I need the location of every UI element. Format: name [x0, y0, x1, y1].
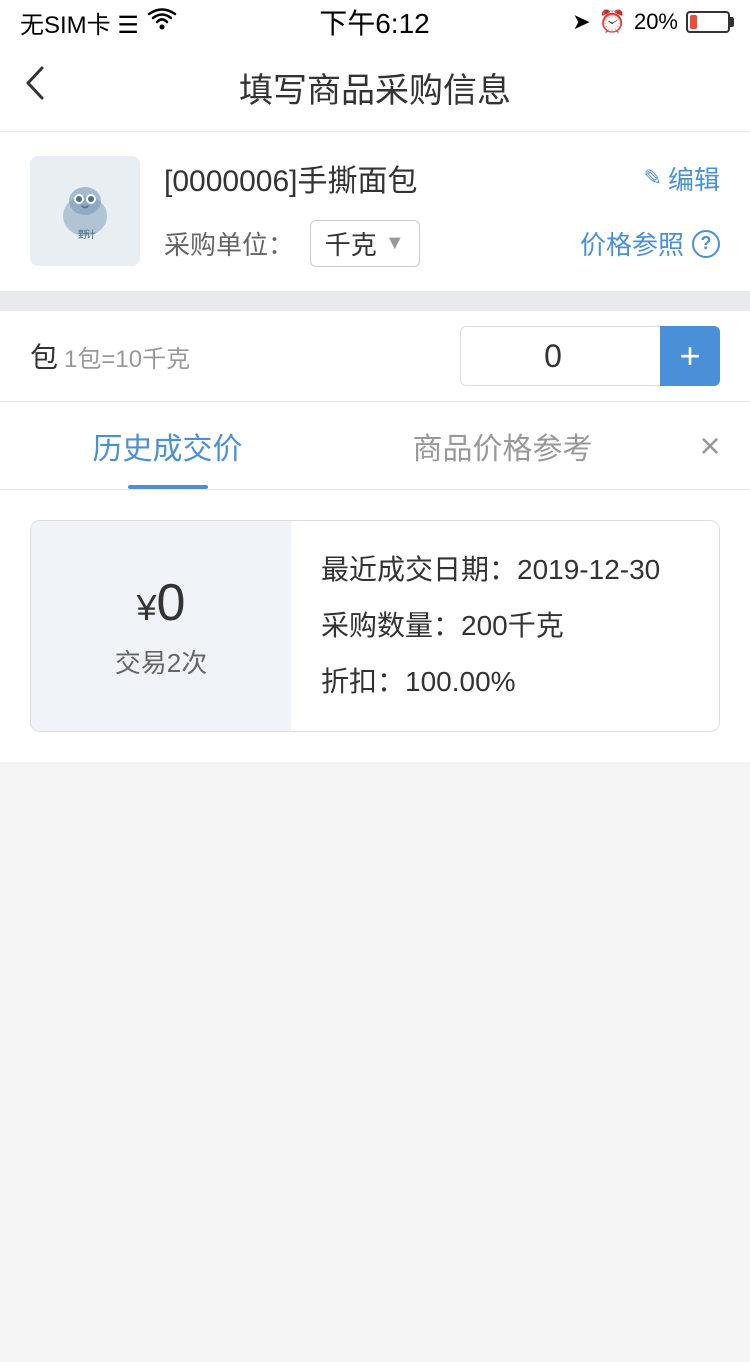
product-header-row: [0000006]手撕面包 ✎ 编辑: [164, 156, 720, 200]
history-price-section: ¥0 交易2次: [31, 521, 291, 731]
tab-active-indicator: [128, 485, 208, 489]
quantity-unit-label: 包 1包=10千克: [30, 336, 190, 376]
purchase-qty-row: 采购数量：200千克: [321, 605, 689, 647]
info-icon: ?: [692, 230, 720, 258]
location-icon: ➤: [572, 9, 590, 35]
purchase-qty-label: 采购数量：: [321, 610, 461, 641]
unit-select[interactable]: 千克 ▼: [310, 220, 420, 267]
status-bar: 无SIM卡 ☰ 下午6:12 ➤ ⏰ 20%: [0, 0, 750, 44]
history-content: ¥0 交易2次 最近成交日期：2019-12-30 采购数量：200千克 折扣：…: [0, 490, 750, 762]
history-card: ¥0 交易2次 最近成交日期：2019-12-30 采购数量：200千克 折扣：…: [30, 520, 720, 732]
quantity-row: 包 1包=10千克 +: [0, 311, 750, 401]
battery-icon: [686, 11, 730, 33]
section-divider: [0, 291, 750, 311]
product-id: [0000006]: [164, 165, 297, 198]
page-title: 填写商品采购信息: [239, 63, 511, 112]
quantity-unit-name: 包: [30, 336, 58, 376]
unit-label: 采购单位：: [164, 230, 294, 260]
back-button[interactable]: [24, 64, 46, 111]
network-label: 无SIM卡 ☰: [20, 5, 139, 40]
product-info: [0000006]手撕面包 ✎ 编辑 采购单位： 千克 ▼ 价格参照 ?: [164, 156, 720, 267]
blank-area: [0, 762, 750, 1362]
unit-row: 采购单位： 千克 ▼ 价格参照 ?: [164, 220, 720, 267]
tabs-panel: 历史成交价 商品价格参考 × ¥0 交易2次 最近成交日期：2019-12-30: [0, 401, 750, 762]
status-time: 下午6:12: [319, 2, 430, 42]
price-value: 0: [157, 574, 186, 632]
recent-date-label: 最近成交日期：: [321, 554, 517, 585]
purchase-qty-value: 200千克: [461, 610, 564, 641]
discount-row: 折扣：100.00%: [321, 661, 689, 703]
quantity-plus-button[interactable]: +: [660, 326, 720, 386]
alarm-icon: ⏰: [599, 9, 626, 35]
product-thumbnail: 野 计: [30, 156, 140, 266]
history-details: 最近成交日期：2019-12-30 采购数量：200千克 折扣：100.00%: [291, 521, 719, 731]
price-ref-button[interactable]: 价格参照 ?: [580, 225, 720, 262]
tab-price-ref-label: 商品价格参考: [413, 424, 593, 468]
quantity-input-area: +: [460, 326, 720, 386]
recent-date-row: 最近成交日期：2019-12-30: [321, 549, 689, 591]
currency-symbol: ¥: [137, 587, 157, 628]
page-header: 填写商品采购信息: [0, 44, 750, 132]
history-trades: 交易2次: [115, 643, 207, 680]
history-price: ¥0: [137, 573, 186, 633]
edit-label: 编辑: [668, 160, 720, 197]
battery-percent: 20%: [634, 9, 678, 35]
edit-icon: ✎: [644, 165, 662, 191]
unit-selector[interactable]: 采购单位： 千克 ▼: [164, 220, 420, 267]
recent-date-value: 2019-12-30: [517, 554, 660, 585]
close-icon: ×: [699, 425, 720, 467]
price-ref-label: 价格参照: [580, 225, 684, 262]
unit-value: 千克: [325, 225, 377, 262]
quantity-conversion: 1包=10千克: [64, 339, 190, 374]
edit-button[interactable]: ✎ 编辑: [644, 160, 720, 197]
wifi-icon: [147, 8, 177, 37]
tab-price-ref[interactable]: 商品价格参考: [335, 402, 670, 489]
tab-history-price[interactable]: 历史成交价: [0, 402, 335, 489]
product-name: [0000006]手撕面包: [164, 156, 417, 200]
discount-label: 折扣：: [321, 666, 405, 697]
chevron-down-icon: ▼: [385, 232, 405, 255]
tab-history-label: 历史成交价: [93, 424, 243, 468]
tabs-header: 历史成交价 商品价格参考 ×: [0, 402, 750, 490]
status-left: 无SIM卡 ☰: [20, 5, 177, 40]
discount-value: 100.00%: [405, 666, 516, 697]
product-card: 野 计 [0000006]手撕面包 ✎ 编辑 采购单位： 千克 ▼ 价格参照: [0, 132, 750, 291]
tab-close-button[interactable]: ×: [670, 402, 750, 490]
status-right: ➤ ⏰ 20%: [572, 9, 730, 35]
svg-text:计: 计: [86, 228, 96, 241]
quantity-input[interactable]: [460, 326, 660, 386]
product-title: 手撕面包: [297, 165, 417, 198]
